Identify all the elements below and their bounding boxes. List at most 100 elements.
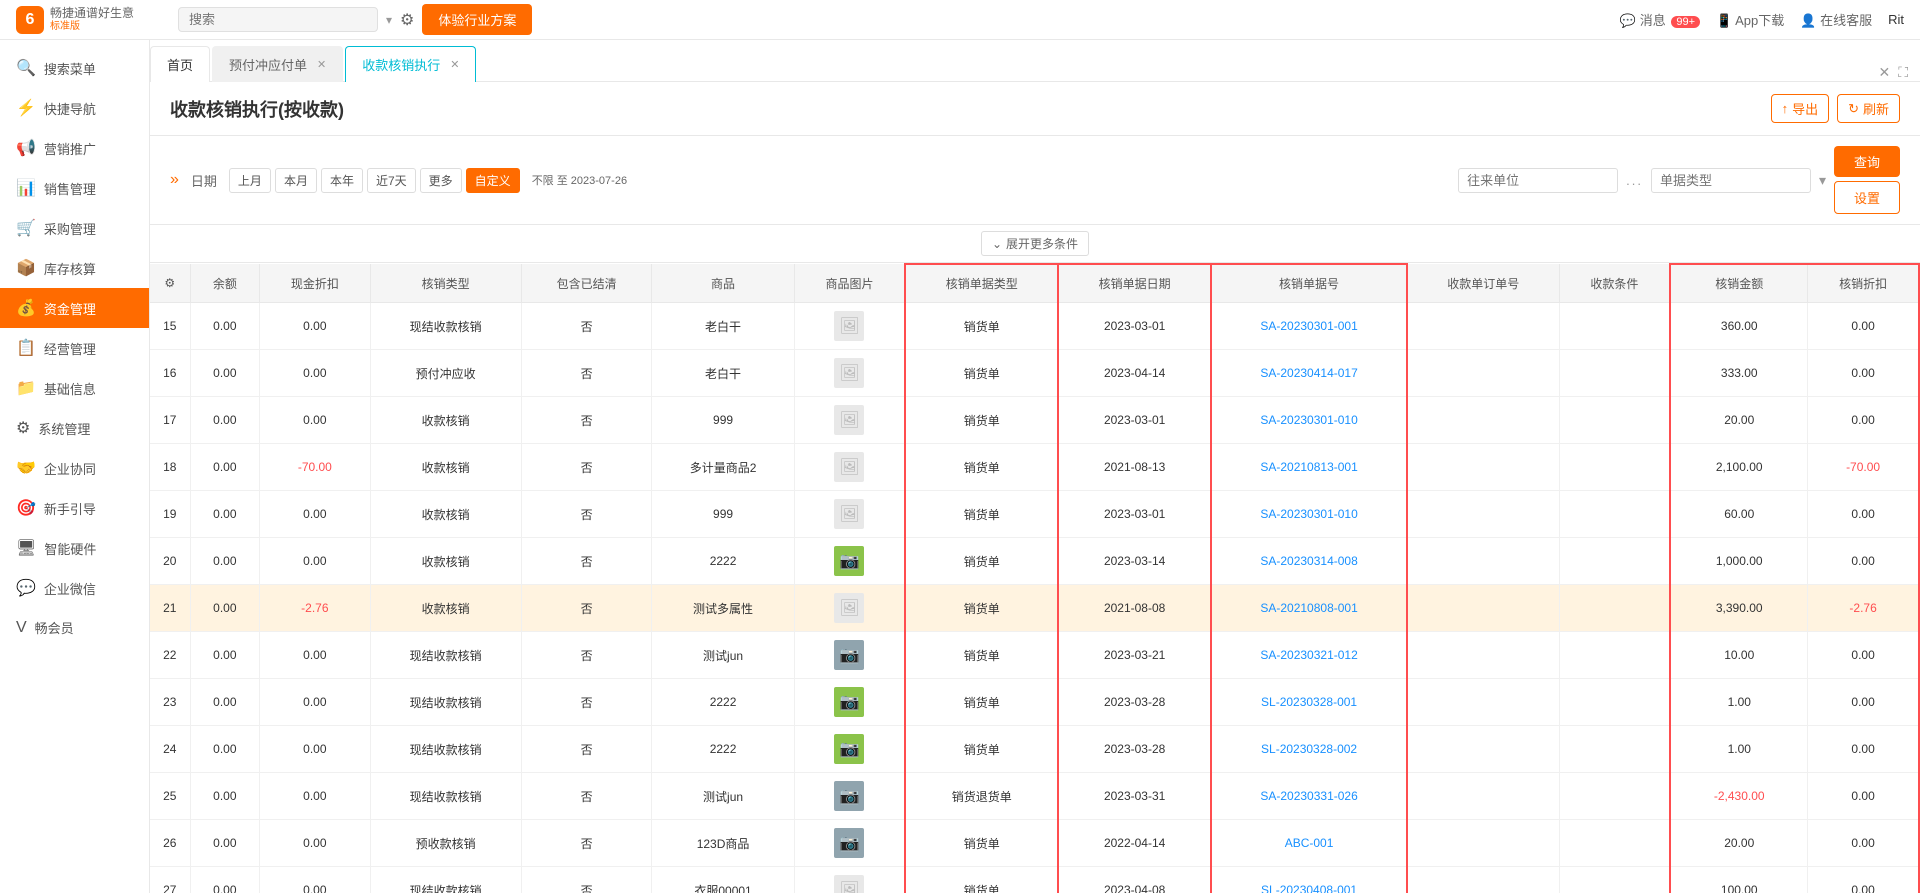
sidebar-item-hardware[interactable]: 🖥 智能硬件: [0, 528, 149, 568]
goods-img-cell: 🖼: [794, 585, 905, 632]
date-btn-more[interactable]: 更多: [420, 168, 462, 193]
verify-discount-cell: -2.76: [1808, 585, 1919, 632]
sidebar-item-basic[interactable]: 📁 基础信息: [0, 368, 149, 408]
tab-prepay[interactable]: 预付冲应付单 ✕: [212, 46, 343, 82]
verify-amount-cell: 333.00: [1670, 350, 1807, 397]
sidebar-item-finance[interactable]: 💰 资金管理: [0, 288, 149, 328]
sidebar-item-system[interactable]: ⚙ 系统管理: [0, 408, 149, 448]
verify-no-link[interactable]: SA-20230301-010: [1260, 413, 1357, 427]
verify-no-link[interactable]: SA-20210808-001: [1260, 601, 1357, 615]
verify-no-cell: SL-20230328-002: [1211, 726, 1407, 773]
table-row: 250.000.00现结收款核销否测试jun📷销货退货单2023-03-31SA…: [150, 773, 1919, 820]
verify-date-cell: 2023-03-01: [1058, 397, 1211, 444]
search-input[interactable]: [178, 7, 378, 32]
verify-no-link[interactable]: SL-20230328-001: [1261, 695, 1357, 709]
collaboration-icon: 🤝: [16, 458, 36, 478]
expand-conditions-button[interactable]: ⌄ 展开更多条件: [981, 231, 1089, 256]
verify-voucher-type-cell: 销货单: [905, 585, 1058, 632]
date-btn-last-month[interactable]: 上月: [229, 168, 271, 193]
goods-img-cell: 🖼: [794, 444, 905, 491]
online-service-btn[interactable]: 👤 在线客服: [1800, 10, 1872, 29]
verify-voucher-type-cell: 销货单: [905, 867, 1058, 893]
settings-button[interactable]: 设置: [1834, 181, 1900, 214]
receipt-condition-cell: [1559, 303, 1670, 350]
tab-verify[interactable]: 收款核销执行 ✕: [345, 46, 476, 82]
verify-voucher-type-cell: 销货单: [905, 820, 1058, 867]
inventory-icon: 📦: [16, 258, 36, 278]
verify-no-link[interactable]: SA-20230321-012: [1260, 648, 1357, 662]
goods-cell: 老白干: [652, 303, 794, 350]
sidebar-item-marketing[interactable]: 📢 营销推广: [0, 128, 149, 168]
verify-type-cell: 收款核销: [370, 444, 521, 491]
verify-no-link[interactable]: ABC-001: [1285, 836, 1334, 850]
cash-discount-cell: 0.00: [260, 303, 370, 350]
sidebar-item-guide[interactable]: 🎯 新手引导: [0, 488, 149, 528]
date-btn-custom[interactable]: 自定义: [466, 168, 520, 193]
sidebar-item-sales[interactable]: 📊 销售管理: [0, 168, 149, 208]
cash-discount-cell: 0.00: [260, 538, 370, 585]
sidebar-item-inventory[interactable]: 📦 库存核算: [0, 248, 149, 288]
goods-img-cell: 📷: [794, 632, 905, 679]
tab-home[interactable]: 首页: [150, 46, 210, 82]
verify-no-link[interactable]: SA-20230331-026: [1260, 789, 1357, 803]
sidebar-label-system: 系统管理: [38, 419, 90, 438]
counterparty-input[interactable]: [1458, 168, 1618, 193]
trial-button[interactable]: 体验行业方案: [422, 4, 532, 35]
tab-minimize-icon[interactable]: ✕: [1878, 64, 1890, 81]
verify-voucher-type-cell: 销货单: [905, 538, 1058, 585]
balance-cell: 0.00: [190, 444, 260, 491]
app-download-btn[interactable]: 📱 App下载: [1716, 10, 1784, 29]
table-row: 200.000.00收款核销否2222📷销货单2023-03-14SA-2023…: [150, 538, 1919, 585]
sidebar-item-wechat[interactable]: 💬 企业微信: [0, 568, 149, 608]
cash-discount-cell: 0.00: [260, 773, 370, 820]
verify-no-link[interactable]: SA-20230301-010: [1260, 507, 1357, 521]
date-btn-this-month[interactable]: 本月: [275, 168, 317, 193]
verify-no-link[interactable]: SA-20210813-001: [1260, 460, 1357, 474]
tab-maximize-icon[interactable]: ⛶: [1898, 64, 1908, 81]
cash-discount-cell: 0.00: [260, 491, 370, 538]
settings-icon[interactable]: ⚙: [400, 10, 414, 30]
date-btn-this-year[interactable]: 本年: [321, 168, 363, 193]
sidebar-item-quicknav[interactable]: ⚡ 快捷导航: [0, 88, 149, 128]
sidebar-item-member[interactable]: V 畅会员: [0, 608, 149, 647]
goods-img-cell: 🖼: [794, 350, 905, 397]
verify-no-link[interactable]: SL-20230408-001: [1261, 883, 1357, 893]
refresh-button[interactable]: ↻ 刷新: [1837, 94, 1900, 123]
goods-cell: 2222: [652, 679, 794, 726]
date-btn-7days[interactable]: 近7天: [367, 168, 416, 193]
verify-voucher-type-cell: 销货单: [905, 303, 1058, 350]
verify-discount-cell: 0.00: [1808, 538, 1919, 585]
product-thumbnail: 🖼: [834, 593, 864, 623]
row-number: 27: [150, 867, 190, 893]
export-button[interactable]: ↑ 导出: [1771, 94, 1830, 123]
verify-type-cell: 收款核销: [370, 491, 521, 538]
message-btn[interactable]: 💬 消息 99+: [1620, 10, 1700, 29]
verify-no-link[interactable]: SA-20230314-008: [1260, 554, 1357, 568]
product-thumbnail: 📷: [834, 781, 864, 811]
verify-no-link[interactable]: SL-20230328-002: [1261, 742, 1357, 756]
verify-date-cell: 2023-03-31: [1058, 773, 1211, 820]
th-verify-type: 核销类型: [370, 264, 521, 303]
filter-collapse-icon[interactable]: »: [170, 171, 179, 189]
verify-no-link[interactable]: SA-20230301-001: [1260, 319, 1357, 333]
sidebar-item-search[interactable]: 🔍 搜索菜单: [0, 48, 149, 88]
verify-no-cell: SA-20210813-001: [1211, 444, 1407, 491]
table-row: 230.000.00现结收款核销否2222📷销货单2023-03-28SL-20…: [150, 679, 1919, 726]
operations-icon: 📋: [16, 338, 36, 358]
verify-date-cell: 2023-03-21: [1058, 632, 1211, 679]
table-row: 210.00-2.76收款核销否测试多属性🖼销货单2021-08-08SA-20…: [150, 585, 1919, 632]
verify-discount-cell: 0.00: [1808, 303, 1919, 350]
tab-verify-close-icon[interactable]: ✕: [450, 58, 459, 71]
th-goods-img: 商品图片: [794, 264, 905, 303]
verify-no-link[interactable]: SA-20230414-017: [1260, 366, 1357, 380]
sidebar-item-purchase[interactable]: 🛒 采购管理: [0, 208, 149, 248]
goods-img-cell: 🖼: [794, 491, 905, 538]
th-no: ⚙: [150, 264, 190, 303]
sidebar-item-operations[interactable]: 📋 经营管理: [0, 328, 149, 368]
th-receipt-condition: 收款条件: [1559, 264, 1670, 303]
voucher-type-select[interactable]: [1651, 168, 1811, 193]
verify-type-cell: 收款核销: [370, 538, 521, 585]
sidebar-item-collaboration[interactable]: 🤝 企业协同: [0, 448, 149, 488]
tab-prepay-close-icon[interactable]: ✕: [317, 58, 326, 71]
query-button[interactable]: 查询: [1834, 146, 1900, 177]
